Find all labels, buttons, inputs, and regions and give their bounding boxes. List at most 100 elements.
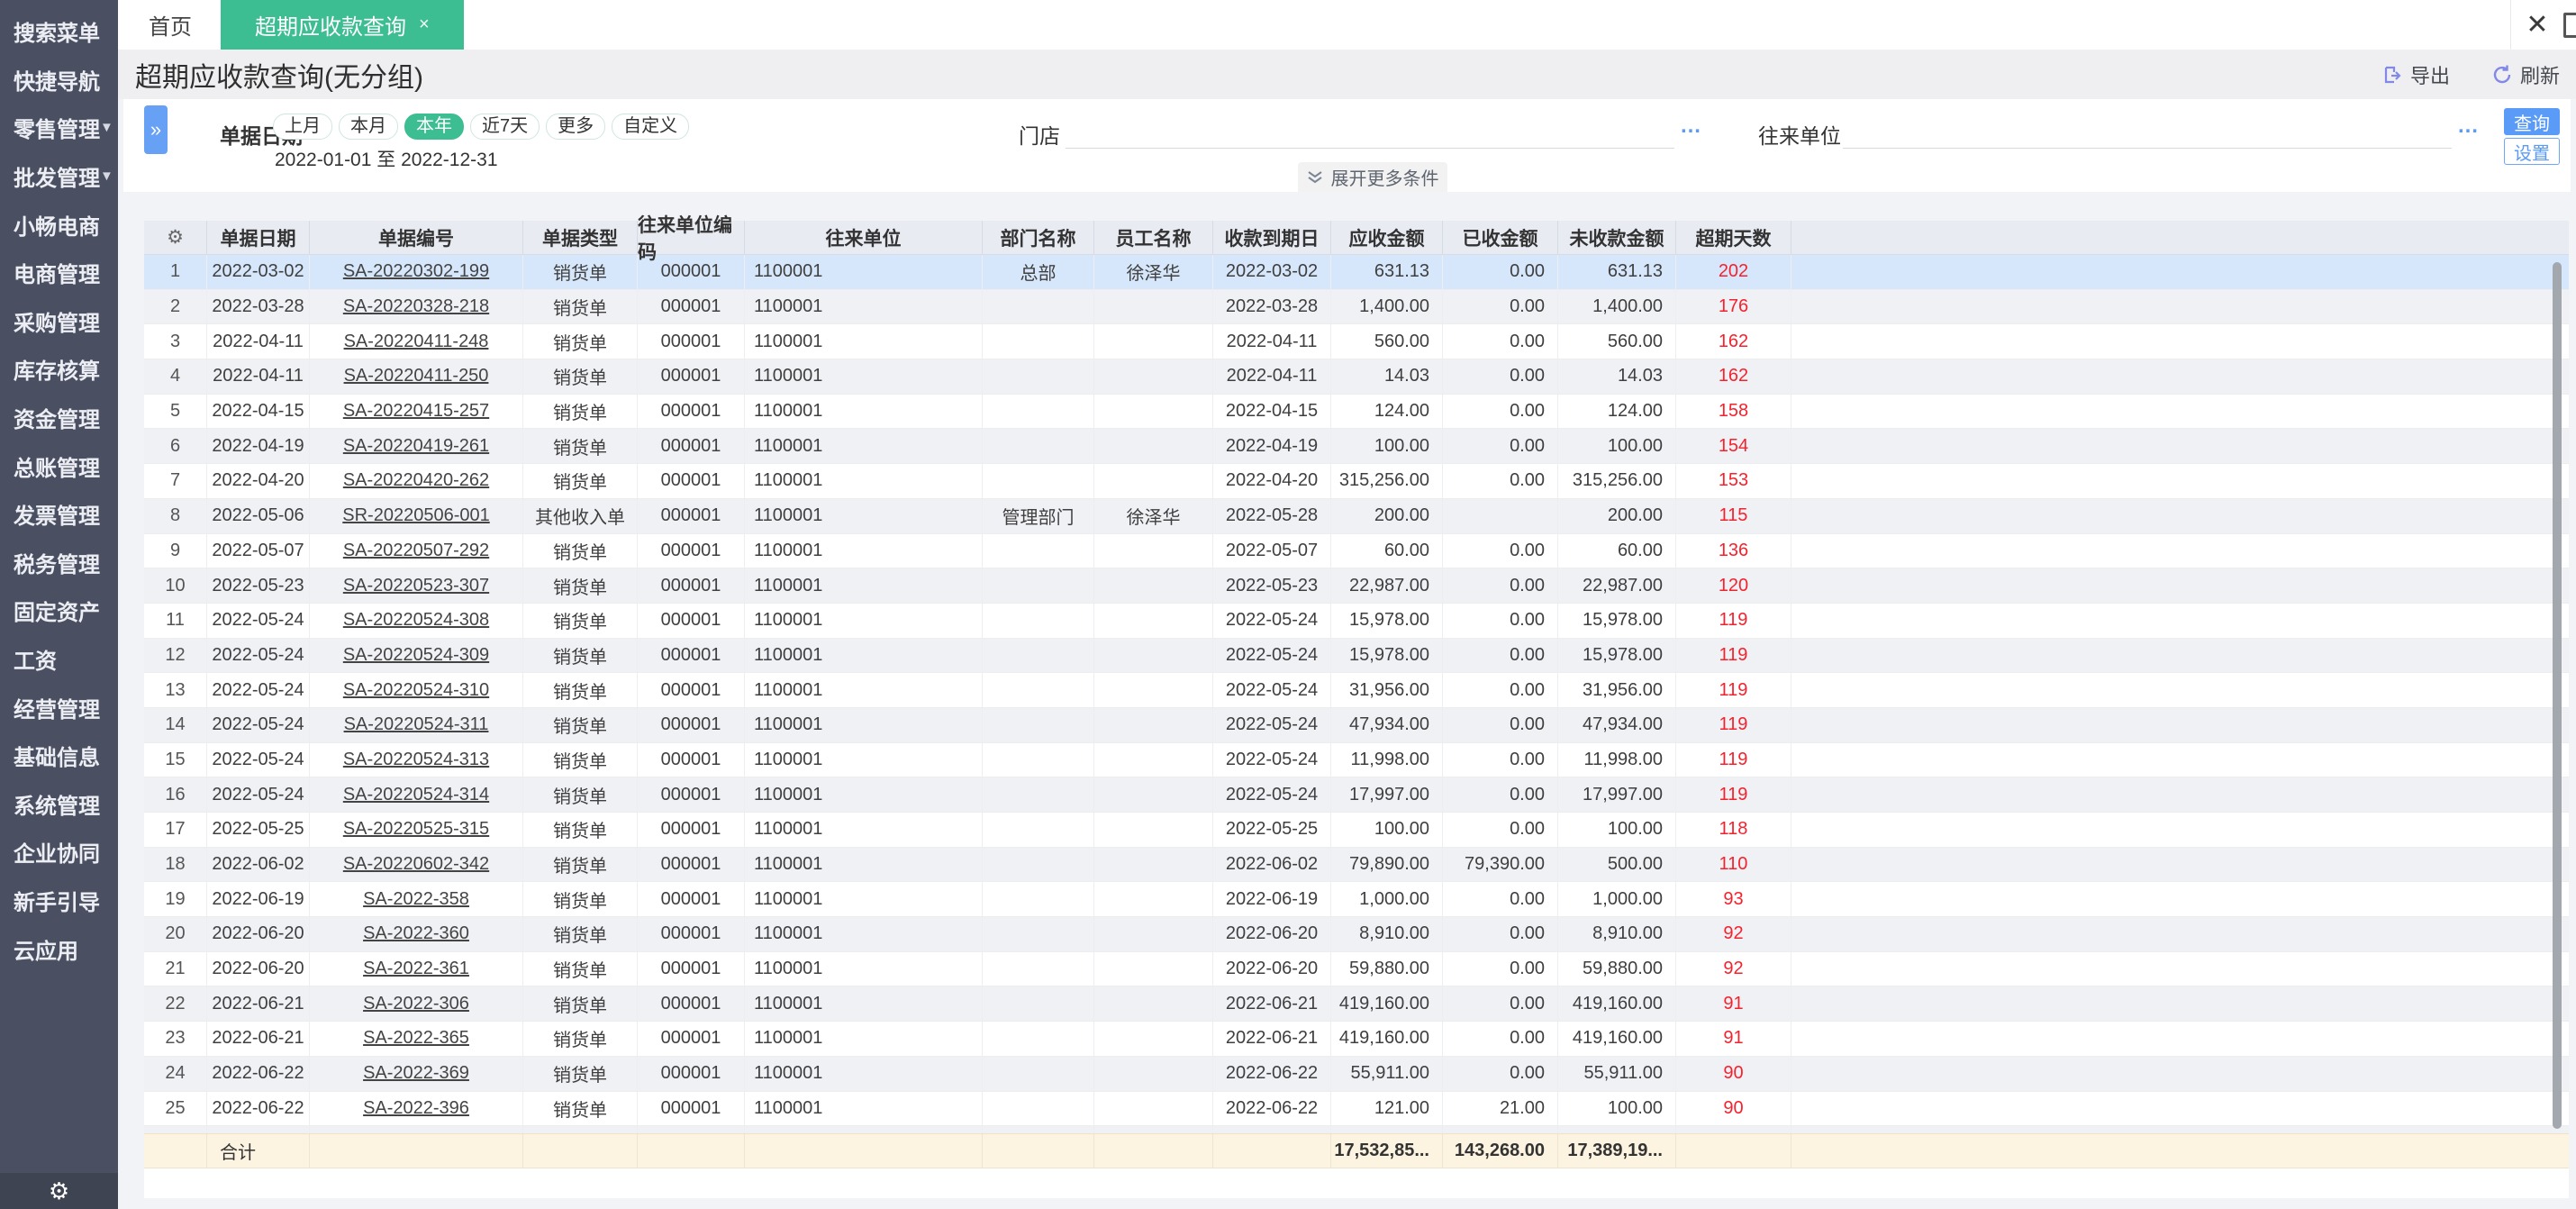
table-row[interactable]: 15 2022-05-24 SA-20220524-313 销货单 000001 1100… — [144, 742, 2569, 778]
tab-close-icon[interactable]: × — [419, 14, 430, 35]
partner-picker-ellipsis-icon[interactable]: … — [2457, 114, 2481, 139]
collapse-filters-button[interactable]: » — [144, 105, 168, 154]
doc-no-link[interactable]: SA-20220507-292 — [343, 541, 489, 561]
date-option-pill[interactable]: 更多 — [546, 114, 606, 140]
sidebar-item[interactable]: 系统管理 — [0, 780, 118, 829]
doc-no-link[interactable]: SA-20220525-315 — [343, 819, 489, 840]
table-row[interactable]: 20 2022-06-20 SA-2022-360 销货单 000001 1100001 2… — [144, 917, 2569, 952]
sidebar-item[interactable]: 税务管理 — [0, 539, 118, 587]
table-row[interactable]: 22 2022-06-21 SA-2022-306 销货单 000001 1100001 2… — [144, 986, 2569, 1023]
table-row[interactable]: 23 2022-06-21 SA-2022-365 销货单 000001 1100001 2… — [144, 1022, 2569, 1057]
table-row[interactable]: 7 2022-04-20 SA-20220420-262 销货单 000001 11000… — [144, 464, 2569, 499]
doc-no-link[interactable]: SA-20220420-262 — [343, 470, 489, 491]
date-option-pill[interactable]: 近7天 — [470, 114, 540, 140]
sidebar-item[interactable]: 快捷导航 — [0, 56, 118, 105]
date-option-pill[interactable]: 本月 — [339, 114, 398, 140]
table-row[interactable]: 24 2022-06-22 SA-2022-369 销货单 000001 1100001 2… — [144, 1056, 2569, 1092]
sidebar-item[interactable]: 库存核算 — [0, 345, 118, 394]
sidebar-item[interactable]: 云应用 — [0, 924, 118, 973]
doc-no-link[interactable]: SA-20220411-250 — [344, 366, 489, 386]
table-row[interactable]: 2 2022-03-28 SA-20220328-218 销货单 000001 11000… — [144, 289, 2569, 325]
doc-no-link[interactable]: SA-20220524-309 — [343, 645, 489, 666]
tab-home[interactable]: 首页 — [118, 0, 221, 50]
table-row[interactable]: 8 2022-05-06 SR-20220506-001 其他收入单 000001 110… — [144, 498, 2569, 534]
sidebar-item[interactable]: 工资 — [0, 635, 118, 684]
table-row[interactable]: 13 2022-05-24 SA-20220524-310 销货单 000001 1100… — [144, 673, 2569, 708]
doc-no-link[interactable]: SA-20220524-313 — [343, 750, 489, 770]
sidebar-item[interactable]: 企业协同 — [0, 828, 118, 877]
date-range-value[interactable]: 2022-01-01 至 2022-12-31 — [275, 145, 498, 172]
sidebar-item[interactable]: 采购管理 — [0, 297, 118, 346]
doc-no-link[interactable]: SA-20220328-218 — [343, 296, 489, 317]
table-row[interactable]: 10 2022-05-23 SA-20220523-307 销货单 000001 1100… — [144, 568, 2569, 604]
table-row[interactable]: 4 2022-04-11 SA-20220411-250 销货单 000001 11000… — [144, 359, 2569, 395]
sidebar-item[interactable]: 基础信息 — [0, 732, 118, 780]
sidebar-item[interactable]: 资金管理 — [0, 394, 118, 442]
table-row[interactable]: 16 2022-05-24 SA-20220524-314 销货单 000001 1100… — [144, 777, 2569, 813]
doc-no-link[interactable]: SA-20220523-307 — [343, 576, 489, 596]
sidebar-item[interactable]: 批发管理 ▼ — [0, 152, 118, 201]
table-row[interactable]: 12 2022-05-24 SA-20220524-309 销货单 000001 1100… — [144, 638, 2569, 674]
table-row[interactable]: 11 2022-05-24 SA-20220524-308 销货单 000001 1100… — [144, 603, 2569, 639]
sidebar-item[interactable]: 发票管理 — [0, 490, 118, 539]
table-row[interactable]: 262022-06-23SA-2022-397销货单00000111000012… — [144, 1126, 2569, 1133]
table-row[interactable]: 14 2022-05-24 SA-20220524-311 销货单 000001 1100… — [144, 707, 2569, 743]
sidebar-item[interactable]: 总账管理 — [0, 441, 118, 490]
vertical-scrollbar[interactable] — [2553, 262, 2562, 1129]
table-row[interactable]: 25 2022-06-22 SA-2022-396 销货单 000001 1100001 2… — [144, 1091, 2569, 1127]
table-row[interactable]: 1 2022-03-02 SA-20220302-199 销货单 000001 11000… — [144, 255, 2569, 290]
settings-button[interactable]: 设置 — [2504, 138, 2560, 165]
sidebar-item[interactable]: 小畅电商 — [0, 200, 118, 249]
sidebar-item[interactable]: 电商管理 — [0, 249, 118, 297]
store-input[interactable] — [1066, 121, 1674, 149]
sidebar-item[interactable]: 新手引导 — [0, 877, 118, 925]
doc-no-link[interactable]: SA-20220302-199 — [343, 261, 489, 282]
table-row[interactable]: 3 2022-04-11 SA-20220411-248 销货单 000001 11000… — [144, 324, 2569, 360]
table-settings-gear-icon[interactable]: ⚙ — [144, 221, 207, 254]
query-button[interactable]: 查询 — [2504, 108, 2560, 135]
doc-no-link[interactable]: SA-20220419-261 — [343, 436, 489, 457]
cell — [1094, 777, 1213, 812]
table-row[interactable]: 18 2022-06-02 SA-20220602-342 销货单 000001 1100… — [144, 847, 2569, 883]
table-row[interactable]: 19 2022-06-19 SA-2022-358 销货单 000001 1100001 2… — [144, 882, 2569, 918]
doc-no-link[interactable]: SA-20220524-308 — [343, 610, 489, 631]
doc-no-link[interactable]: SR-20220506-001 — [342, 505, 489, 526]
table-row[interactable]: 6 2022-04-19 SA-20220419-261 销货单 000001 11000… — [144, 429, 2569, 465]
doc-no-link[interactable]: SA-2022-396 — [363, 1098, 469, 1119]
doc-no-link[interactable]: SA-20220524-314 — [343, 785, 489, 805]
doc-no-link[interactable]: SA-20220602-342 — [343, 854, 489, 875]
sidebar-item[interactable]: 经营管理 — [0, 683, 118, 732]
export-button[interactable]: 导出 — [2381, 60, 2450, 89]
doc-no-link[interactable]: SA-2022-358 — [363, 889, 469, 910]
sidebar-item[interactable]: 零售管理 ▼ — [0, 104, 118, 152]
expand-more-conditions-button[interactable]: 展开更多条件 — [1298, 162, 1447, 192]
sidebar-item[interactable]: 固定资产 — [0, 586, 118, 635]
table-row[interactable]: 21 2022-06-20 SA-2022-361 销货单 000001 1100001 2… — [144, 951, 2569, 987]
cell: 000001 — [638, 603, 745, 638]
doc-no-link[interactable]: SA-20220524-311 — [344, 714, 489, 735]
doc-no-link[interactable]: SA-20220415-257 — [343, 401, 489, 422]
doc-no-link[interactable]: SA-20220411-248 — [344, 332, 489, 352]
table-row[interactable]: 17 2022-05-25 SA-20220525-315 销货单 000001 1100… — [144, 813, 2569, 848]
close-icon[interactable]: ✕ — [2511, 9, 2563, 41]
doc-no-link[interactable]: SA-20220524-310 — [343, 680, 489, 701]
sidebar-item[interactable]: 搜索菜单 — [0, 7, 118, 56]
doc-no-link[interactable]: SA-2022-365 — [363, 1028, 469, 1049]
sidebar-settings-button[interactable]: ⚙ — [0, 1173, 118, 1209]
maximize-icon[interactable] — [2563, 12, 2576, 38]
table-row[interactable]: 5 2022-04-15 SA-20220415-257 销货单 000001 11000… — [144, 394, 2569, 430]
tab-overdue-receivables[interactable]: 超期应收款查询 × — [221, 0, 464, 50]
cell: 1100001 — [745, 777, 983, 812]
partner-input[interactable] — [1843, 121, 2452, 149]
store-picker-ellipsis-icon[interactable]: … — [1680, 114, 1703, 139]
date-option-pill[interactable]: 上月 — [273, 114, 332, 140]
refresh-button[interactable]: 刷新 — [2491, 60, 2560, 89]
cell: 21.00 — [1443, 1091, 1558, 1126]
doc-no-link[interactable]: SA-2022-369 — [363, 1063, 469, 1084]
doc-no-link[interactable]: SA-2022-360 — [363, 923, 469, 944]
date-option-pill[interactable]: 本年 — [404, 114, 464, 140]
table-row[interactable]: 9 2022-05-07 SA-20220507-292 销货单 000001 11000… — [144, 533, 2569, 569]
doc-no-link[interactable]: SA-2022-361 — [363, 959, 469, 979]
doc-no-link[interactable]: SA-2022-306 — [363, 994, 469, 1014]
date-option-pill[interactable]: 自定义 — [612, 114, 690, 140]
